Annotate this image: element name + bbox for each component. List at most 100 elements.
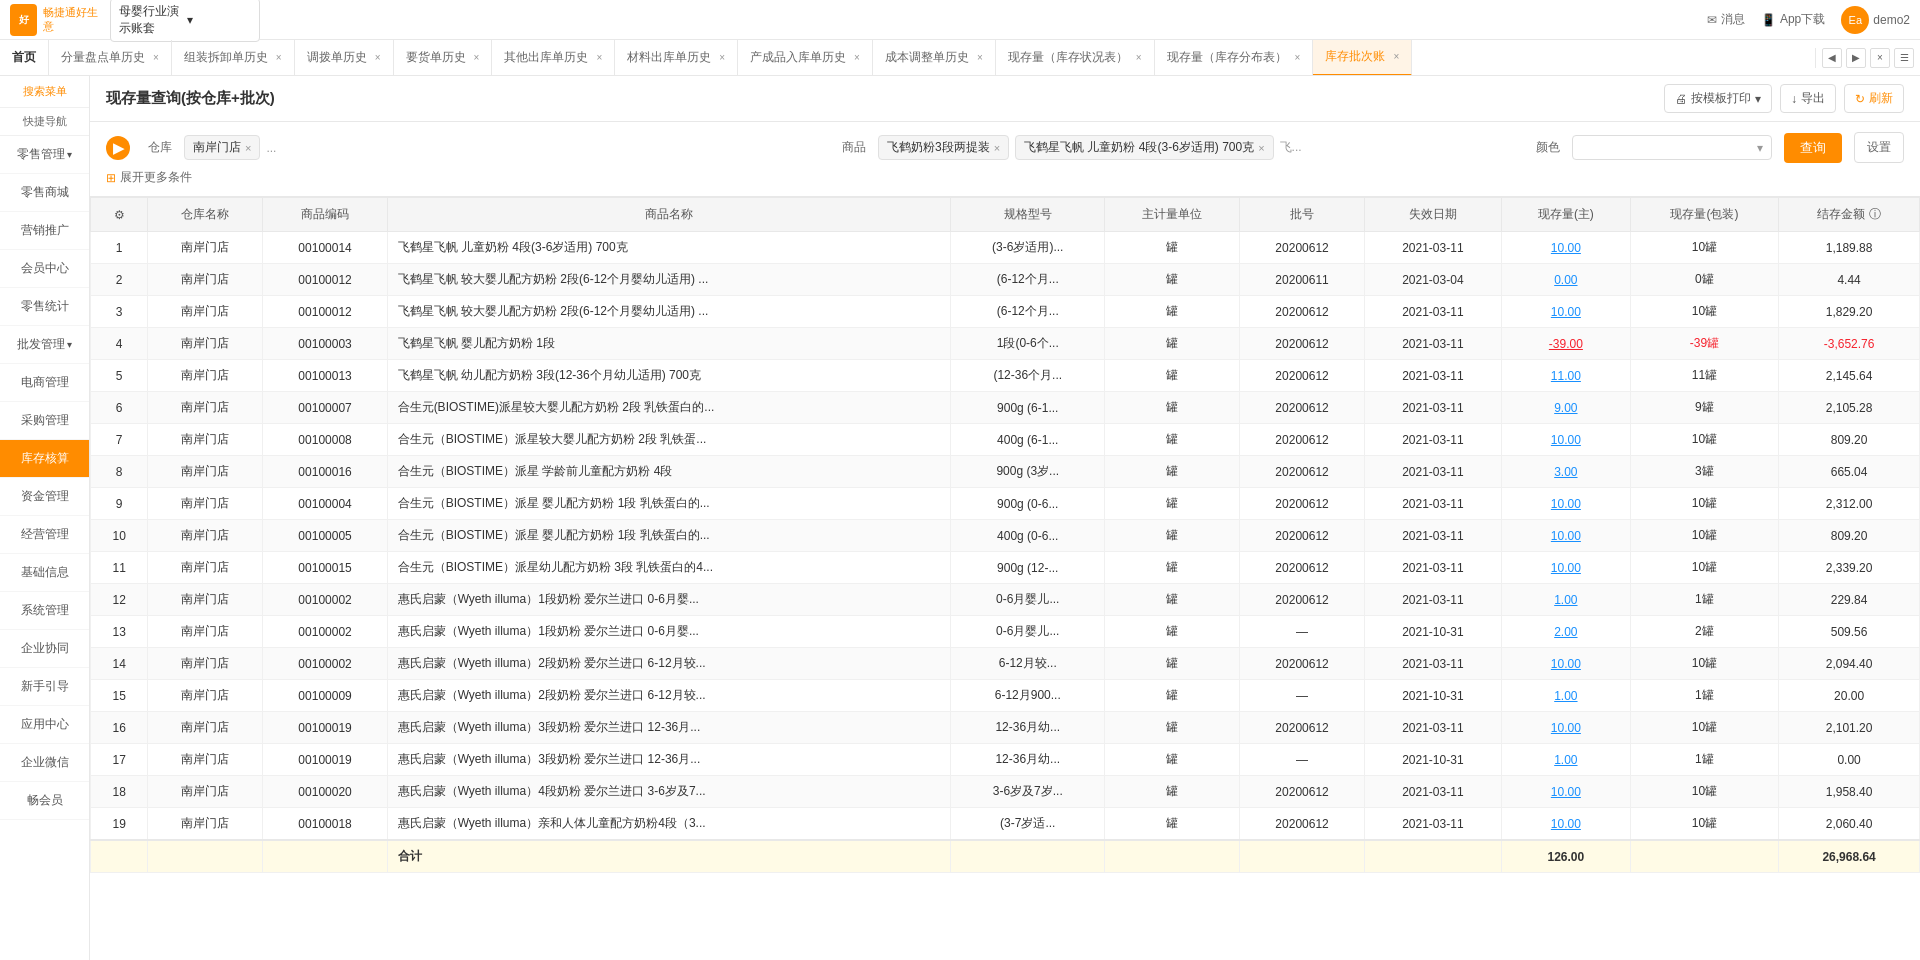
tab-close-batch-account[interactable]: × xyxy=(1393,51,1399,62)
sidebar-item-ecommerce[interactable]: 电商管理 xyxy=(0,364,89,402)
col-setting[interactable]: ⚙ xyxy=(91,198,148,232)
tab-close-all-button[interactable]: × xyxy=(1870,48,1890,68)
sidebar-item-retail-mgmt[interactable]: 零售管理 ▾ xyxy=(0,136,89,174)
tab-bar: 首页 分量盘点单历史 × 组装拆卸单历史 × 调拨单历史 × 要货单历史 × 其… xyxy=(0,40,1920,76)
tab-requisition[interactable]: 要货单历史 × xyxy=(394,40,493,76)
sidebar-item-retail-shop[interactable]: 零售商城 xyxy=(0,174,89,212)
tab-inventory-dist[interactable]: 现存量（库存分布表） × xyxy=(1155,40,1314,76)
col-expire: 失效日期 xyxy=(1364,198,1502,232)
tab-close-requisition[interactable]: × xyxy=(474,52,480,63)
tab-inventory-status[interactable]: 现存量（库存状况表） × xyxy=(996,40,1155,76)
tab-product-in[interactable]: 产成品入库单历史 × xyxy=(738,40,873,76)
tab-other-out[interactable]: 其他出库单历史 × xyxy=(492,40,615,76)
tab-close-transfer[interactable]: × xyxy=(375,52,381,63)
sidebar-item-retail-stats[interactable]: 零售统计 xyxy=(0,288,89,326)
tab-prev-button[interactable]: ◀ xyxy=(1822,48,1842,68)
tab-close-inventory-dist[interactable]: × xyxy=(1295,52,1301,63)
sidebar-item-operations[interactable]: 经营管理 xyxy=(0,516,89,554)
product-tag-feihe3[interactable]: 飞鹤奶粉3段两提装 × xyxy=(878,135,1009,160)
account-dropdown[interactable]: 母婴行业演示账套 ▾ xyxy=(110,0,260,42)
footer-balance: 26,968.64 xyxy=(1779,840,1920,873)
tab-close-cost-adjust[interactable]: × xyxy=(977,52,983,63)
tab-close-split-inventory[interactable]: × xyxy=(153,52,159,63)
filter-expand-button[interactable]: ▶ xyxy=(106,136,130,160)
tab-next-button[interactable]: ▶ xyxy=(1846,48,1866,68)
tab-close-inventory-status[interactable]: × xyxy=(1136,52,1142,63)
user-profile[interactable]: Ea demo2 xyxy=(1841,6,1910,34)
export-button[interactable]: ↓ 导出 xyxy=(1780,84,1836,113)
tab-split-inventory[interactable]: 分量盘点单历史 × xyxy=(49,40,172,76)
table-row: 9南岸门店00100004合生元（BIOSTIME）派星 婴儿配方奶粉 1段 乳… xyxy=(91,488,1920,520)
sidebar-item-system[interactable]: 系统管理 xyxy=(0,592,89,630)
sidebar-item-wholesale[interactable]: 批发管理 ▾ xyxy=(0,326,89,364)
warehouse-more-indicator[interactable]: ... xyxy=(266,141,276,155)
warehouse-tag-nananhendian[interactable]: 南岸门店 × xyxy=(184,135,260,160)
logo-text: 畅捷通好生意 xyxy=(43,6,100,32)
tab-menu-button[interactable]: ☰ xyxy=(1894,48,1914,68)
tab-batch-account[interactable]: 库存批次账 × xyxy=(1313,40,1412,76)
table-row: 12南岸门店00100002惠氏启蒙（Wyeth illuma）1段奶粉 爱尔兰… xyxy=(91,584,1920,616)
sidebar-item-enterprise-wechat[interactable]: 企业微信 xyxy=(0,744,89,782)
product-more-indicator[interactable]: 飞... xyxy=(1280,139,1302,156)
color-filter-input[interactable]: ▾ xyxy=(1572,135,1772,160)
table-footer-row: 合计 126.00 26,968.64 xyxy=(91,840,1920,873)
table-row: 7南岸门店00100008合生元（BIOSTIME）派星较大婴儿配方奶粉 2段 … xyxy=(91,424,1920,456)
content-area: 现存量查询(按仓库+批次) 🖨 按模板打印 ▾ ↓ 导出 ↻ 刷新 xyxy=(90,76,1920,960)
setting-button[interactable]: 设置 xyxy=(1854,132,1904,163)
footer-label: 合计 xyxy=(387,840,951,873)
sidebar-item-app-center[interactable]: 应用中心 xyxy=(0,706,89,744)
tab-cost-adjust[interactable]: 成本调整单历史 × xyxy=(873,40,996,76)
table-row: 4南岸门店00100003飞鹤星飞帆 婴儿配方奶粉 1段1段(0-6个...罐2… xyxy=(91,328,1920,360)
refresh-icon: ↻ xyxy=(1855,92,1865,106)
chevron-down-icon-wholesale: ▾ xyxy=(67,339,72,350)
query-button[interactable]: 查询 xyxy=(1784,133,1842,163)
tab-close-material-out[interactable]: × xyxy=(719,52,725,63)
print-button[interactable]: 🖨 按模板打印 ▾ xyxy=(1664,84,1772,113)
sidebar-item-enterprise[interactable]: 企业协同 xyxy=(0,630,89,668)
top-bar: 好 畅捷通好生意 母婴行业演示账套 ▾ ✉ 消息 📱 App下载 Ea demo… xyxy=(0,0,1920,40)
tab-disassemble[interactable]: 组装拆卸单历史 × xyxy=(172,40,295,76)
footer-qty-main: 126.00 xyxy=(1502,840,1631,873)
sidebar-item-inventory[interactable]: 库存核算 xyxy=(0,440,89,478)
tab-close-other-out[interactable]: × xyxy=(596,52,602,63)
app-download-button[interactable]: 📱 App下载 xyxy=(1761,11,1825,28)
tab-close-disassemble[interactable]: × xyxy=(276,52,282,63)
col-qty-pkg: 现存量(包装) xyxy=(1630,198,1779,232)
logo-icon: 好 xyxy=(10,4,37,36)
refresh-button[interactable]: ↻ 刷新 xyxy=(1844,84,1904,113)
table-row: 15南岸门店00100009惠氏启蒙（Wyeth illuma）2段奶粉 爱尔兰… xyxy=(91,680,1920,712)
tab-transfer[interactable]: 调拨单历史 × xyxy=(295,40,394,76)
remove-product-tag-2[interactable]: × xyxy=(1258,142,1264,154)
table-row: 3南岸门店00100012飞鹤星飞帆 较大婴儿配方奶粉 2段(6-12个月婴幼儿… xyxy=(91,296,1920,328)
remove-product-tag-1[interactable]: × xyxy=(994,142,1000,154)
page-title: 现存量查询(按仓库+批次) xyxy=(106,89,275,108)
sidebar-search[interactable]: 搜索菜单 xyxy=(0,76,89,108)
col-qty-main: 现存量(主) xyxy=(1502,198,1631,232)
top-right-actions: ✉ 消息 📱 App下载 Ea demo2 xyxy=(1707,6,1910,34)
col-unit: 主计量单位 xyxy=(1105,198,1240,232)
sidebar-item-purchase[interactable]: 采购管理 xyxy=(0,402,89,440)
table-row: 5南岸门店00100013飞鹤星飞帆 幼儿配方奶粉 3段(12-36个月幼儿适用… xyxy=(91,360,1920,392)
export-icon: ↓ xyxy=(1791,92,1797,106)
tab-material-out[interactable]: 材料出库单历史 × xyxy=(615,40,738,76)
page-header: 现存量查询(按仓库+批次) 🖨 按模板打印 ▾ ↓ 导出 ↻ 刷新 xyxy=(90,76,1920,122)
sidebar-quick-nav[interactable]: 快捷导航 xyxy=(0,108,89,136)
expand-conditions-button[interactable]: ⊞ 展开更多条件 xyxy=(106,163,1904,186)
main-layout: 搜索菜单 快捷导航 零售管理 ▾ 零售商城 营销推广 会员中心 零售统计 批发管… xyxy=(0,76,1920,960)
remove-warehouse-tag[interactable]: × xyxy=(245,142,251,154)
tab-home[interactable]: 首页 xyxy=(0,40,49,76)
color-filter-label: 颜色 xyxy=(1536,139,1560,156)
table-row: 16南岸门店00100019惠氏启蒙（Wyeth illuma）3段奶粉 爱尔兰… xyxy=(91,712,1920,744)
col-name: 商品名称 xyxy=(387,198,951,232)
sidebar-item-card-member[interactable]: 畅会员 xyxy=(0,782,89,820)
tab-navigation: ◀ ▶ × ☰ xyxy=(1815,48,1920,68)
sidebar-item-marketing[interactable]: 营销推广 xyxy=(0,212,89,250)
sidebar-item-members[interactable]: 会员中心 xyxy=(0,250,89,288)
product-tag-feihe4[interactable]: 飞鹤星飞帆 儿童奶粉 4段(3-6岁适用) 700克 × xyxy=(1015,135,1273,160)
sidebar-item-finance[interactable]: 资金管理 xyxy=(0,478,89,516)
sidebar-item-basic-info[interactable]: 基础信息 xyxy=(0,554,89,592)
messages-button[interactable]: ✉ 消息 xyxy=(1707,11,1745,28)
sidebar-item-guide[interactable]: 新手引导 xyxy=(0,668,89,706)
tab-close-product-in[interactable]: × xyxy=(854,52,860,63)
col-spec: 规格型号 xyxy=(951,198,1105,232)
